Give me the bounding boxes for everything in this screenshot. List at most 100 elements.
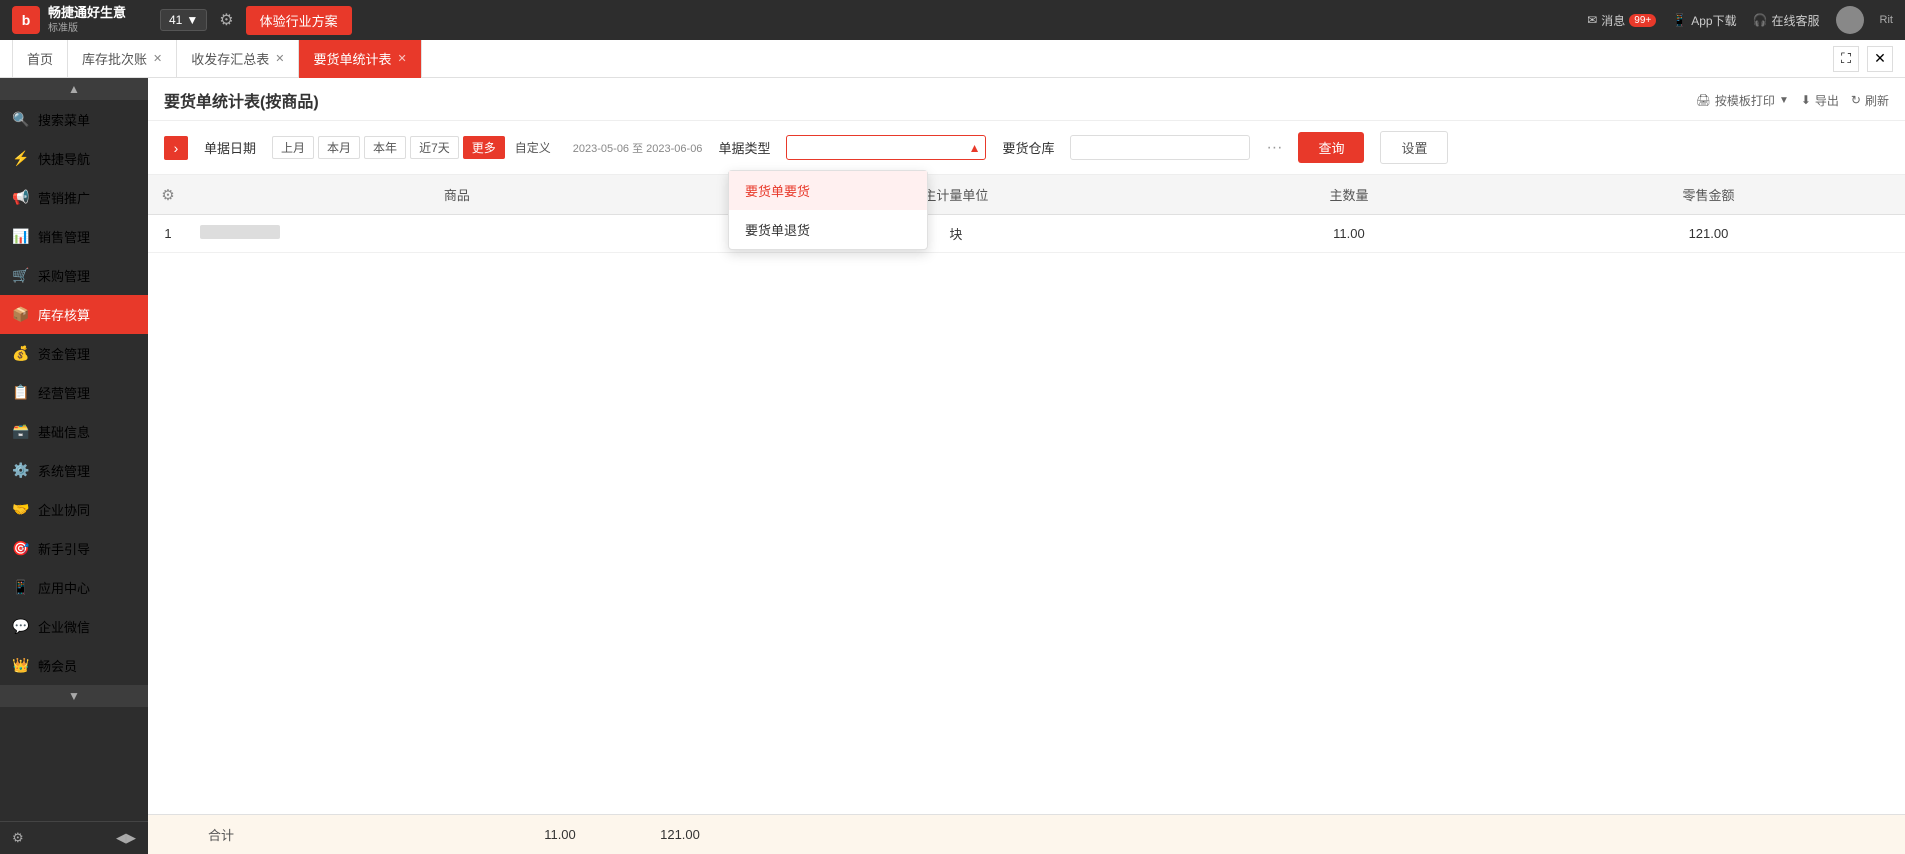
tab-maximize-btn[interactable]: ⛶ — [1833, 46, 1859, 72]
tab-order-summary-label: 要货单统计表 — [313, 49, 391, 68]
user-avatar[interactable] — [1836, 6, 1864, 34]
app-download-btn[interactable]: 📱 App下载 — [1672, 12, 1736, 29]
tab-close-all-btn[interactable]: ✕ — [1867, 46, 1893, 72]
page-header-actions: 🖨 按模板打印 ▼ ⬇ 导出 ↻ 刷新 — [1696, 92, 1889, 109]
tab-order-summary[interactable]: 要货单统计表 ✕ — [299, 40, 421, 78]
username-label: Rit — [1880, 14, 1893, 26]
tab-receipts-summary[interactable]: 收发存汇总表 ✕ — [177, 40, 299, 78]
sidebar-icon-search: 🔍 — [12, 111, 30, 129]
th-product: 商品 — [188, 175, 726, 215]
sidebar-icon-app-center: 📱 — [12, 579, 30, 597]
date-custom-btn[interactable]: 自定义 — [509, 137, 557, 158]
sidebar-item-member[interactable]: 👑 畅会员 — [0, 646, 148, 685]
filter-row: › 单据日期 上月 本月 本年 近7天 更多 自定义 2023-05-06 至 … — [164, 131, 1889, 164]
sidebar-item-enterprise-wechat[interactable]: 💬 企业微信 — [0, 607, 148, 646]
message-label: 消息 — [1601, 12, 1625, 29]
sidebar-label-system: 系统管理 — [38, 461, 90, 480]
sidebar-label-purchase: 采购管理 — [38, 266, 90, 285]
filter-expand-btn[interactable]: › — [164, 136, 188, 160]
logo-main: 畅捷通好生意 — [48, 5, 126, 22]
headset-icon: 🎧 — [1753, 13, 1768, 27]
cell-amount: 121.00 — [1512, 215, 1905, 253]
tab-order-summary-close[interactable]: ✕ — [398, 52, 407, 65]
date-last-7days-btn[interactable]: 近7天 — [410, 136, 459, 159]
tab-inventory-batch-close[interactable]: ✕ — [153, 52, 162, 65]
sidebar-item-beginner-guide[interactable]: 🎯 新手引导 — [0, 529, 148, 568]
refresh-btn[interactable]: ↻ 刷新 — [1851, 92, 1889, 109]
sidebar-scroll-up[interactable]: ▲ — [0, 78, 148, 100]
date-more-btn[interactable]: 更多 — [463, 136, 505, 159]
sidebar-item-purchase[interactable]: 🛒 采购管理 — [0, 256, 148, 295]
sidebar-label-marketing: 营销推广 — [38, 188, 90, 207]
sidebar-item-basic-info[interactable]: 🗃️ 基础信息 — [0, 412, 148, 451]
refresh-icon: ↻ — [1851, 93, 1861, 107]
online-service-btn[interactable]: 🎧 在线客服 — [1753, 12, 1820, 29]
sidebar-icon-sales: 📊 — [12, 228, 30, 246]
sidebar-item-search[interactable]: 🔍 搜索菜单 — [0, 100, 148, 139]
sidebar-icon-quick-nav: ⚡ — [12, 150, 30, 168]
company-selector[interactable]: 41 ▼ — [160, 9, 207, 31]
date-range-display: 2023-05-06 至 2023-06-06 — [573, 140, 703, 156]
online-service-label: 在线客服 — [1772, 12, 1820, 29]
sidebar-icon-purchase: 🛒 — [12, 267, 30, 285]
sidebar-label-inventory: 库存核算 — [38, 305, 90, 324]
sidebar-item-app-center[interactable]: 📱 应用中心 — [0, 568, 148, 607]
trial-button[interactable]: 体验行业方案 — [246, 6, 352, 35]
data-table-container: ⚙ 商品 主计量单位 主数量 零售金额 1 块 — [148, 175, 1905, 814]
table-header-row: ⚙ 商品 主计量单位 主数量 零售金额 — [148, 175, 1905, 215]
query-button[interactable]: 查询 — [1298, 132, 1364, 163]
sidebar-item-finance[interactable]: 💰 资金管理 — [0, 334, 148, 373]
phone-icon: 📱 — [1672, 13, 1687, 27]
sidebar-item-sales[interactable]: 📊 销售管理 — [0, 217, 148, 256]
tab-home[interactable]: 首页 — [12, 40, 68, 78]
warehouse-label: 要货仓库 — [1002, 138, 1054, 157]
tab-inventory-batch[interactable]: 库存批次账 ✕ — [68, 40, 177, 78]
settings-icon[interactable]: ⚙ — [12, 830, 24, 846]
date-last-month-btn[interactable]: 上月 — [272, 136, 314, 159]
print-btn[interactable]: 🖨 按模板打印 ▼ — [1696, 92, 1789, 109]
date-this-month-btn[interactable]: 本月 — [318, 136, 360, 159]
sidebar-item-enterprise-collab[interactable]: 🤝 企业协同 — [0, 490, 148, 529]
cell-product — [188, 215, 726, 253]
sidebar-label-finance: 资金管理 — [38, 344, 90, 363]
tab-receipts-summary-close[interactable]: ✕ — [275, 52, 284, 65]
page-header: 要货单统计表(按商品) 🖨 按模板打印 ▼ ⬇ 导出 ↻ 刷新 — [148, 78, 1905, 121]
sidebar-icon-inventory: 📦 — [12, 306, 30, 324]
export-btn[interactable]: ⬇ 导出 — [1801, 92, 1839, 109]
logo-text: 畅捷通好生意 标准版 — [48, 5, 126, 35]
sidebar-icon-enterprise-wechat: 💬 — [12, 618, 30, 636]
message-btn[interactable]: ✉ 消息 99+ — [1587, 12, 1656, 29]
tab-bar: 首页 库存批次账 ✕ 收发存汇总表 ✕ 要货单统计表 ✕ ⛶ ✕ — [0, 40, 1905, 78]
date-this-year-btn[interactable]: 本年 — [364, 136, 406, 159]
sidebar-item-operations[interactable]: 📋 经营管理 — [0, 373, 148, 412]
sidebar-label-member: 畅会员 — [38, 656, 77, 675]
filter-area: › 单据日期 上月 本月 本年 近7天 更多 自定义 2023-05-06 至 … — [148, 121, 1905, 175]
data-table: ⚙ 商品 主计量单位 主数量 零售金额 1 块 — [148, 175, 1905, 253]
settings-button[interactable]: 设置 — [1380, 131, 1448, 164]
tab-home-label: 首页 — [27, 49, 53, 68]
sidebar-item-system[interactable]: ⚙️ 系统管理 — [0, 451, 148, 490]
sidebar-item-inventory[interactable]: 📦 库存核算 — [0, 295, 148, 334]
dropdown-item-order-request[interactable]: 要货单要货 — [729, 171, 927, 210]
product-name-blurred — [200, 225, 280, 239]
sidebar-icon-marketing: 📢 — [12, 189, 30, 207]
table-settings-icon[interactable]: ⚙ — [161, 187, 174, 204]
sidebar-item-quick-nav[interactable]: ⚡ 快捷导航 — [0, 139, 148, 178]
sidebar-item-marketing[interactable]: 📢 营销推广 — [0, 178, 148, 217]
warehouse-input[interactable] — [1070, 135, 1250, 160]
chevron-down-icon: ▼ — [186, 13, 198, 27]
filter-more-icon[interactable]: ··· — [1266, 139, 1282, 157]
gear-icon[interactable]: ⚙ — [219, 10, 233, 30]
sidebar-scroll-down[interactable]: ▼ — [0, 685, 148, 707]
header-right: ✉ 消息 99+ 📱 App下载 🎧 在线客服 Rit — [1587, 6, 1893, 34]
sidebar-label-basic-info: 基础信息 — [38, 422, 90, 441]
logo-area: b 畅捷通好生意 标准版 — [12, 5, 160, 35]
type-dropdown-arrow[interactable]: ▲ — [969, 141, 981, 155]
collapse-icon[interactable]: ◀▶ — [116, 830, 136, 846]
content-area: 要货单统计表(按商品) 🖨 按模板打印 ▼ ⬇ 导出 ↻ 刷新 — [148, 78, 1905, 854]
type-input[interactable] — [786, 135, 986, 160]
sidebar-label-enterprise-wechat: 企业微信 — [38, 617, 90, 636]
company-value: 41 — [169, 13, 182, 27]
dropdown-item-order-return[interactable]: 要货单退货 — [729, 210, 927, 249]
print-icon: 🖨 — [1696, 93, 1711, 107]
